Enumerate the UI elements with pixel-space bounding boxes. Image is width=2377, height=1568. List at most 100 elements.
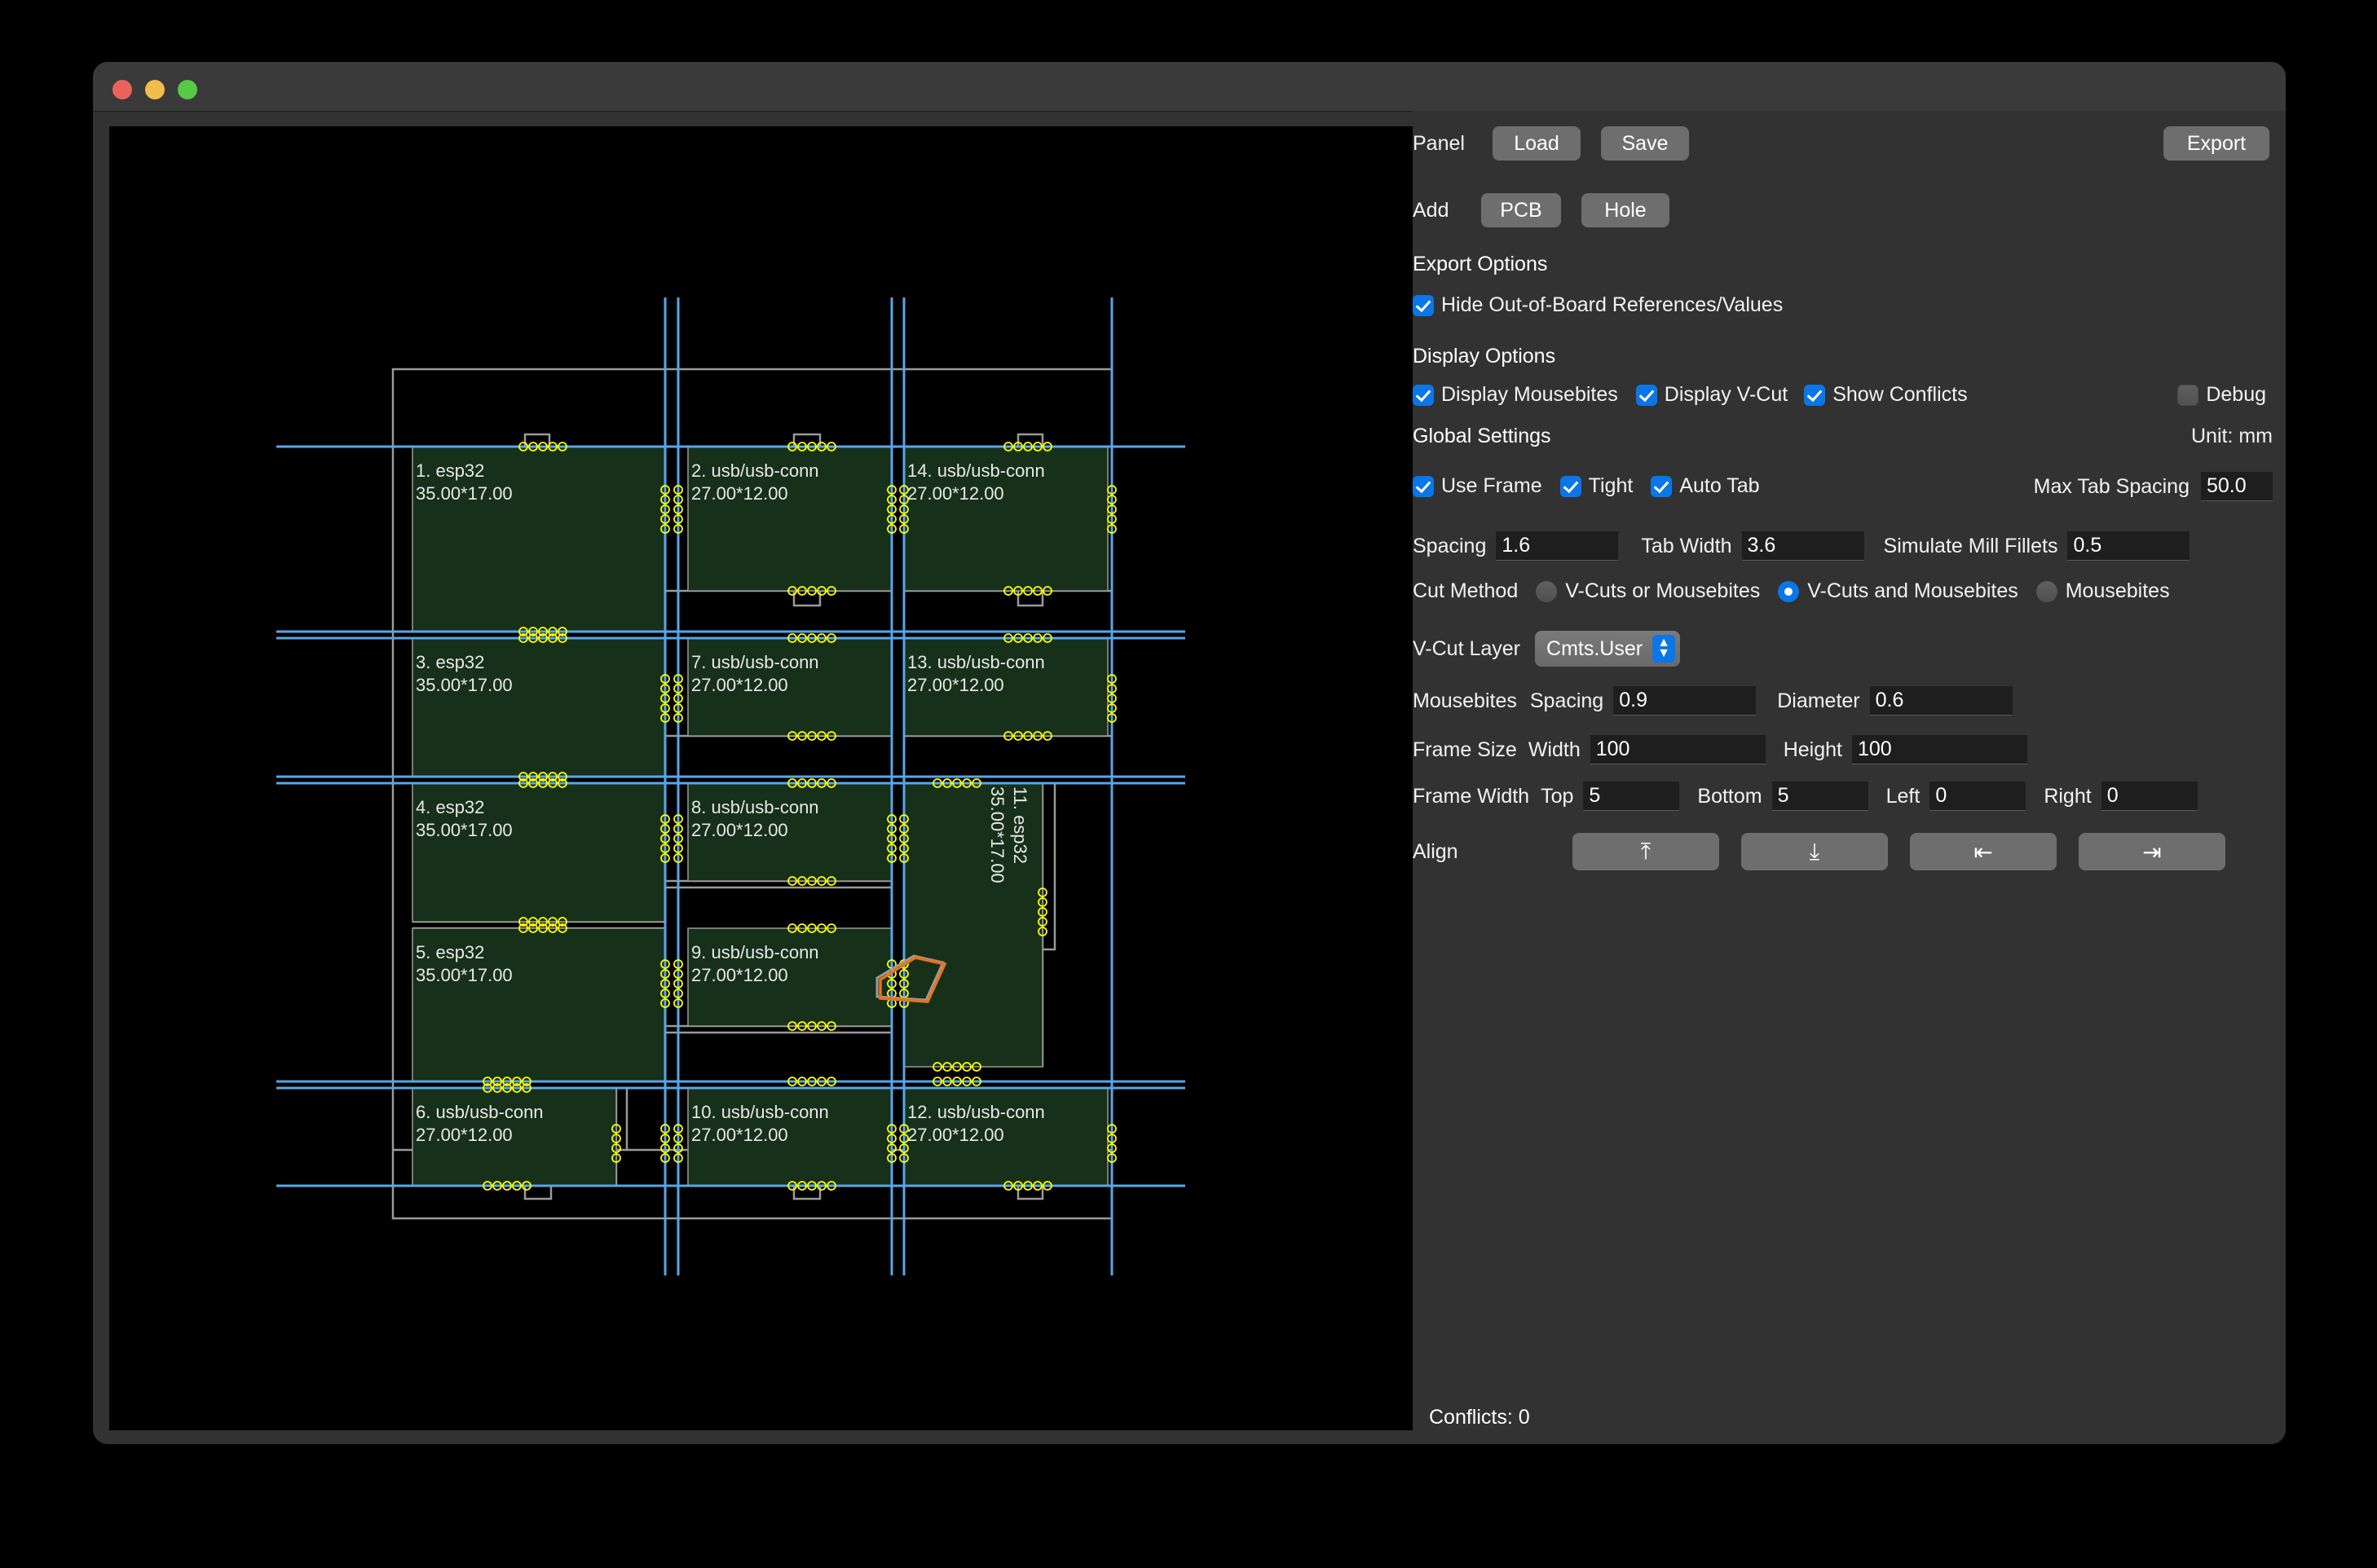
- frame-width-top-label: Top: [1541, 784, 1574, 808]
- board-label-10-size: 27.00*12.00: [691, 1125, 788, 1145]
- show-conflicts-checkbox[interactable]: Show Conflicts: [1804, 383, 1968, 407]
- pcb-panel-drawing[interactable]: 1. esp32 35.00*17.00 2. usb/usb-conn 27.…: [109, 126, 1413, 1430]
- frame-width-right-label: Right: [2044, 784, 2092, 808]
- align-top-button[interactable]: ⤒: [1572, 833, 1719, 870]
- add-row: Add PCB Hole: [1413, 193, 1669, 227]
- mousebites-spacing-input[interactable]: [1613, 686, 1757, 716]
- mousebites-label: Mousebites: [1413, 689, 1517, 712]
- board-label-6-size: 27.00*12.00: [416, 1125, 513, 1145]
- use-frame-checkbox[interactable]: Use Frame: [1413, 474, 1542, 498]
- checkbox-checked-icon[interactable]: [1413, 475, 1434, 497]
- board-label-14-name: 14. usb/usb-conn: [907, 460, 1045, 481]
- load-button[interactable]: Load: [1493, 126, 1581, 161]
- window-maximize-button[interactable]: [178, 80, 197, 99]
- frame-width-right-input[interactable]: [2101, 782, 2198, 811]
- checkbox-checked-icon[interactable]: [1413, 384, 1434, 406]
- cut-method-option-vcuts-or-mousebites[interactable]: V-Cuts or Mousebites: [1536, 579, 1760, 603]
- vcut-layer-row: V-Cut Layer Cmts.User ▲ ▼: [1413, 631, 1681, 667]
- cut-method-option-2-label: Mousebites: [2065, 579, 2170, 602]
- frame-width-top-input[interactable]: [1583, 782, 1680, 811]
- checkbox-checked-icon[interactable]: [1559, 475, 1581, 497]
- simulate-mill-fillets-label: Simulate Mill Fillets: [1883, 534, 2058, 557]
- frame-size-height-input[interactable]: [1851, 735, 2027, 764]
- checkbox-checked-icon[interactable]: [1651, 475, 1673, 497]
- board-label-13-size: 27.00*12.00: [907, 675, 1004, 695]
- add-pcb-button[interactable]: PCB: [1481, 193, 1561, 227]
- spacing-input[interactable]: [1496, 531, 1619, 561]
- board-label-11-size: 35.00*17.00: [987, 786, 1008, 883]
- board-label-7-name: 7. usb/usb-conn: [691, 652, 819, 672]
- pcb-canvas[interactable]: 1. esp32 35.00*17.00 2. usb/usb-conn 27.…: [109, 126, 1413, 1430]
- chevron-up-down-icon[interactable]: ▲ ▼: [1652, 635, 1676, 663]
- hide-out-of-board-checkbox-control[interactable]: Hide Out-of-Board References/Values: [1413, 293, 1783, 317]
- vcut-layer-value: Cmts.User: [1546, 636, 1643, 660]
- window-close-button[interactable]: [112, 80, 132, 99]
- checkbox-checked-icon[interactable]: [1804, 384, 1826, 406]
- panel-row: Panel Load Save: [1413, 126, 1689, 161]
- board-label-9-name: 9. usb/usb-conn: [691, 942, 819, 962]
- panel-row-label: Panel: [1413, 131, 1465, 155]
- tab-width-label: Tab Width: [1641, 534, 1732, 557]
- tight-checkbox[interactable]: Tight: [1559, 474, 1633, 498]
- board-label-3-size: 35.00*17.00: [416, 675, 513, 695]
- radio-unselected-icon[interactable]: [1536, 580, 1558, 602]
- display-mousebites-label: Display Mousebites: [1441, 383, 1618, 406]
- mousebites-diameter-input[interactable]: [1869, 686, 2013, 716]
- hide-out-of-board-checkbox[interactable]: Hide Out-of-Board References/Values: [1413, 293, 1783, 317]
- frame-flags-row: Use Frame Tight Auto Tab: [1413, 474, 1760, 498]
- display-mousebites-checkbox[interactable]: Display Mousebites: [1413, 383, 1618, 407]
- board-label-5-size: 35.00*17.00: [416, 965, 513, 985]
- display-vcut-checkbox[interactable]: Display V-Cut: [1635, 383, 1788, 407]
- window-titlebar: [93, 62, 2286, 112]
- board-label-9-size: 27.00*12.00: [691, 965, 788, 985]
- auto-tab-label: Auto Tab: [1679, 474, 1760, 497]
- checkbox-checked-icon[interactable]: [1635, 384, 1657, 406]
- board-label-8-name: 8. usb/usb-conn: [691, 797, 819, 817]
- board-label-2-name: 2. usb/usb-conn: [691, 460, 819, 481]
- board-label-1-size: 35.00*17.00: [416, 483, 513, 504]
- use-frame-label: Use Frame: [1441, 474, 1542, 497]
- max-tab-spacing-input[interactable]: [2201, 472, 2273, 501]
- frame-width-row: Frame Width Top Bottom Left Right: [1413, 782, 2198, 811]
- display-options-row: Display Mousebites Display V-Cut Show Co…: [1413, 383, 1968, 407]
- board-label-8-size: 27.00*12.00: [691, 820, 788, 840]
- status-bar-conflicts: Conflicts: 0: [1429, 1406, 1530, 1429]
- save-button[interactable]: Save: [1601, 126, 1689, 161]
- frame-width-bottom-input[interactable]: [1771, 782, 1868, 811]
- board-label-12-size: 27.00*12.00: [907, 1125, 1004, 1145]
- display-vcut-label: Display V-Cut: [1664, 383, 1788, 406]
- cut-method-option-mousebites[interactable]: Mousebites: [2035, 579, 2170, 603]
- checkbox-checked-icon[interactable]: [1413, 294, 1434, 316]
- align-left-button[interactable]: ⇤: [1910, 833, 2057, 870]
- align-right-button[interactable]: ⇥: [2079, 833, 2225, 870]
- window-minimize-button[interactable]: [145, 80, 165, 99]
- export-options-header: Export Options: [1413, 253, 1548, 275]
- auto-tab-checkbox[interactable]: Auto Tab: [1651, 474, 1760, 498]
- frame-size-label: Frame Size: [1413, 738, 1517, 761]
- radio-unselected-icon[interactable]: [2035, 580, 2057, 602]
- simulate-mill-fillets-input[interactable]: [2067, 531, 2190, 561]
- board-label-6-name: 6. usb/usb-conn: [416, 1102, 544, 1122]
- vcut-layer-select[interactable]: Cmts.User ▲ ▼: [1535, 631, 1681, 667]
- vcut-layer-label: V-Cut Layer: [1413, 636, 1521, 660]
- board-label-5-name: 5. esp32: [416, 942, 484, 962]
- frame-size-width-input[interactable]: [1590, 735, 1766, 764]
- tab-width-input[interactable]: [1741, 531, 1864, 561]
- cut-method-option-0-label: V-Cuts or Mousebites: [1565, 579, 1761, 602]
- settings-panel: Panel Load Save Export Add PCB Hole Expo…: [1413, 111, 2286, 1444]
- board-label-1-name: 1. esp32: [416, 460, 484, 481]
- hide-out-of-board-label: Hide Out-of-Board References/Values: [1441, 293, 1784, 316]
- debug-checkbox[interactable]: Debug: [2177, 383, 2266, 407]
- frame-size-height-label: Height: [1783, 738, 1842, 761]
- canvas-background: [109, 126, 1413, 1430]
- board-label-3-name: 3. esp32: [416, 652, 484, 672]
- checkbox-unchecked-icon[interactable]: [2177, 384, 2199, 406]
- frame-width-label: Frame Width: [1413, 784, 1530, 808]
- cut-method-option-vcuts-and-mousebites[interactable]: V-Cuts and Mousebites: [1778, 579, 2018, 603]
- add-hole-button[interactable]: Hole: [1581, 193, 1669, 227]
- radio-selected-icon[interactable]: [1778, 580, 1800, 602]
- align-bottom-button[interactable]: ⤓: [1741, 833, 1888, 870]
- export-button[interactable]: Export: [2163, 126, 2269, 161]
- frame-width-left-input[interactable]: [1929, 782, 2026, 811]
- app-window: 1. esp32 35.00*17.00 2. usb/usb-conn 27.…: [93, 62, 2286, 1444]
